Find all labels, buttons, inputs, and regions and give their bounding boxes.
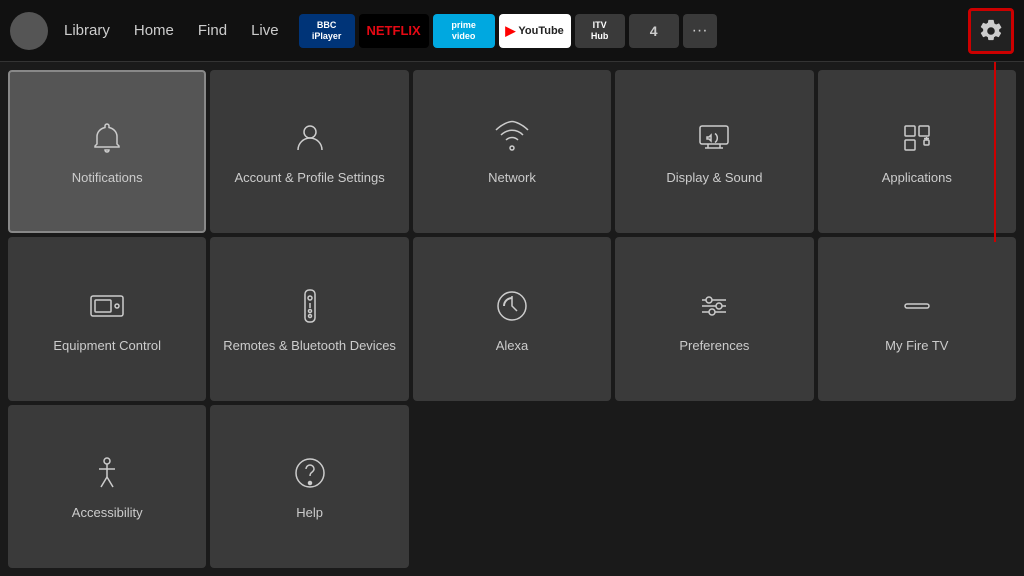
my-fire-tv-label: My Fire TV (885, 338, 948, 355)
alexa-label: Alexa (496, 338, 529, 355)
notifications-icon (85, 116, 129, 160)
tile-my-fire-tv[interactable]: My Fire TV (818, 237, 1016, 400)
tile-help[interactable]: Help (210, 405, 408, 568)
app-channel4[interactable]: 4 (629, 14, 679, 48)
account-label: Account & Profile Settings (234, 170, 384, 187)
equipment-label: Equipment Control (53, 338, 161, 355)
nav-find[interactable]: Find (198, 22, 227, 39)
tile-notifications[interactable]: Notifications (8, 70, 206, 233)
tile-display-sound[interactable]: Display & Sound (615, 70, 813, 233)
preferences-label: Preferences (679, 338, 749, 355)
app-netflix[interactable]: NETFLIX (359, 14, 429, 48)
network-label: Network (488, 170, 536, 187)
app-prime-video[interactable]: primevideo (433, 14, 495, 48)
remotes-icon (288, 284, 332, 328)
gear-icon (978, 18, 1004, 44)
applications-label: Applications (882, 170, 952, 187)
my-fire-tv-icon (895, 284, 939, 328)
help-label: Help (296, 505, 323, 522)
app-bbc-iplayer[interactable]: BBCiPlayer (299, 14, 355, 48)
display-sound-label: Display & Sound (666, 170, 762, 187)
tile-alexa[interactable]: Alexa (413, 237, 611, 400)
nav-library[interactable]: Library (64, 22, 110, 39)
scroll-indicator (994, 62, 996, 242)
network-icon (490, 116, 534, 160)
nav-live[interactable]: Live (251, 22, 279, 39)
app-more-button[interactable]: ··· (683, 14, 717, 48)
settings-grid: Notifications Account & Profile Settings… (0, 62, 1024, 576)
alexa-icon (490, 284, 534, 328)
nav-links: Library Home Find Live (64, 22, 279, 39)
tile-applications[interactable]: Applications (818, 70, 1016, 233)
tile-equipment[interactable]: Equipment Control (8, 237, 206, 400)
tile-network[interactable]: Network (413, 70, 611, 233)
account-icon (288, 116, 332, 160)
nav-home[interactable]: Home (134, 22, 174, 39)
settings-gear-button[interactable] (968, 8, 1014, 54)
tile-account[interactable]: Account & Profile Settings (210, 70, 408, 233)
top-nav: Library Home Find Live BBCiPlayer NETFLI… (0, 0, 1024, 62)
tile-accessibility[interactable]: Accessibility (8, 405, 206, 568)
preferences-icon (692, 284, 736, 328)
notifications-label: Notifications (72, 170, 143, 187)
tile-preferences[interactable]: Preferences (615, 237, 813, 400)
equipment-icon (85, 284, 129, 328)
accessibility-label: Accessibility (72, 505, 143, 522)
avatar (10, 12, 48, 50)
accessibility-icon (85, 451, 129, 495)
tile-remotes[interactable]: Remotes & Bluetooth Devices (210, 237, 408, 400)
nav-apps: BBCiPlayer NETFLIX primevideo ▶YouTube I… (299, 14, 960, 48)
app-youtube[interactable]: ▶YouTube (499, 14, 571, 48)
help-icon (288, 451, 332, 495)
display-sound-icon (692, 116, 736, 160)
applications-icon (895, 116, 939, 160)
app-itv[interactable]: ITVHub (575, 14, 625, 48)
remotes-label: Remotes & Bluetooth Devices (223, 338, 396, 355)
